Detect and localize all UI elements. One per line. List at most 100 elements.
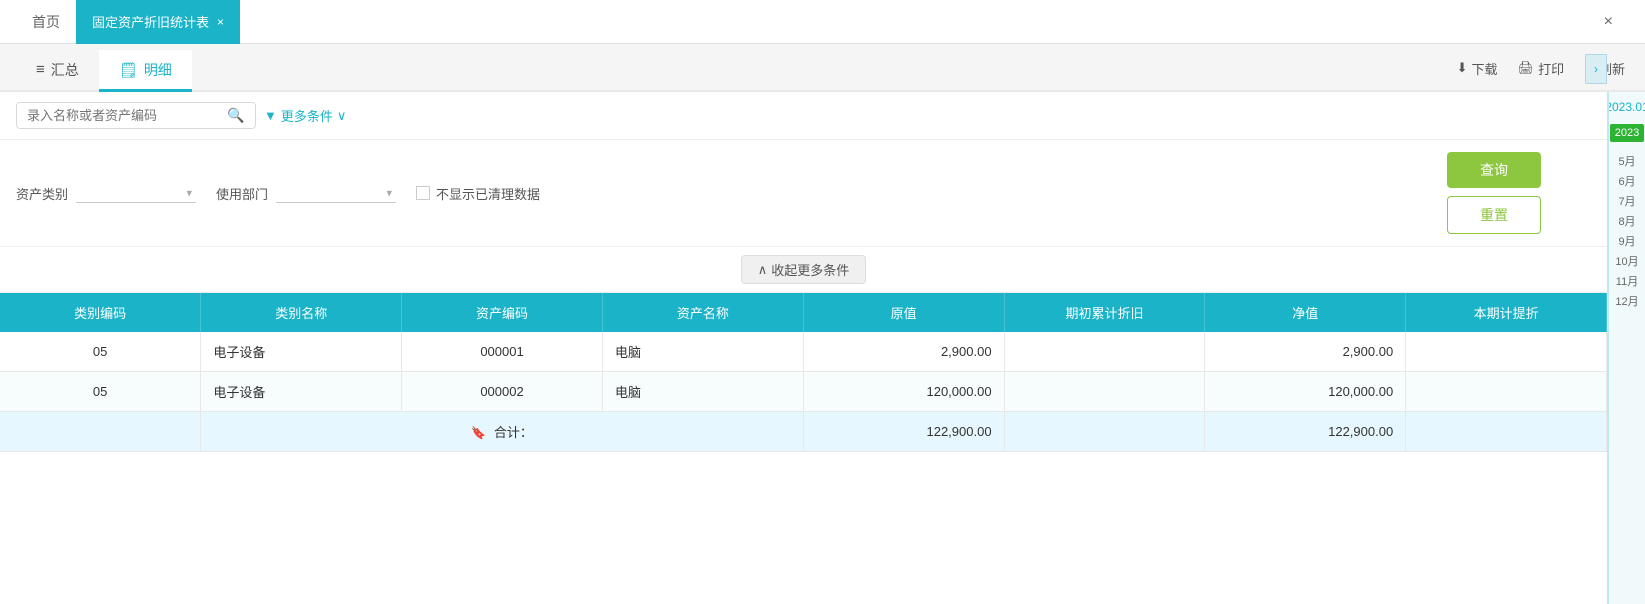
- query-button[interactable]: 查询: [1447, 152, 1541, 188]
- search-input-wrap[interactable]: 🔍: [16, 102, 256, 129]
- summary-accumulated: [1004, 412, 1205, 452]
- summary-icon: ≡: [36, 61, 45, 78]
- cell-original-value: 2,900.00: [803, 332, 1004, 372]
- cell-current: [1406, 372, 1607, 412]
- month-7[interactable]: 7月: [1618, 192, 1635, 210]
- month-12[interactable]: 12月: [1615, 292, 1638, 310]
- asset-category-select-wrap[interactable]: [76, 183, 196, 203]
- summary-row: 🔖 合计： 122,900.00 122,900.00: [0, 412, 1607, 452]
- cell-accumulated: [1004, 372, 1205, 412]
- month-9[interactable]: 9月: [1618, 232, 1635, 250]
- top-nav: 首页 固定资产折旧统计表 × ×: [0, 0, 1645, 44]
- col-asset-name: 资产名称: [602, 293, 803, 332]
- download-label: 下载: [1472, 59, 1498, 78]
- col-category-name: 类别名称: [201, 293, 402, 332]
- print-icon: 🖨: [1518, 60, 1535, 76]
- filter-actions: 查询 重置: [1447, 152, 1591, 234]
- tab-summary-label: 汇总: [51, 60, 79, 80]
- col-original-value: 原值: [803, 293, 1004, 332]
- window-close-icon[interactable]: ×: [1588, 13, 1629, 31]
- asset-category-field: 资产类别: [16, 183, 196, 203]
- detail-icon: 🗒: [119, 61, 138, 79]
- month-5[interactable]: 5月: [1618, 152, 1635, 170]
- cell-category-name: 电子设备: [201, 332, 402, 372]
- summary-label-cell: 🔖 合计：: [201, 412, 803, 452]
- summary-net-value: 122,900.00: [1205, 412, 1406, 452]
- month-6[interactable]: 6月: [1618, 172, 1635, 190]
- cell-net-value: 120,000.00: [1205, 372, 1406, 412]
- table-row: 05 电子设备 000002 电脑 120,000.00 120,000.00: [0, 372, 1607, 412]
- content-area: ≡ 汇总 🗒 明细 ⬇ 下载 🖨 打印 ↺ 刷新: [0, 44, 1645, 604]
- cell-asset-name: 电脑: [602, 372, 803, 412]
- filter-icon: ▼: [264, 108, 277, 123]
- department-label: 使用部门: [216, 184, 268, 203]
- col-asset-code: 资产编码: [402, 293, 603, 332]
- tab-detail[interactable]: 🗒 明细: [99, 50, 192, 92]
- department-select-wrap[interactable]: [276, 183, 396, 203]
- chevron-down-icon: ∨: [337, 108, 347, 124]
- month-11[interactable]: 11月: [1616, 272, 1638, 290]
- col-accumulated-depreciation: 期初累计折旧: [1004, 293, 1205, 332]
- tab-summary[interactable]: ≡ 汇总: [16, 50, 99, 92]
- month-8[interactable]: 8月: [1618, 212, 1635, 230]
- col-net-value: 净值: [1205, 293, 1406, 332]
- cell-category-code: 05: [0, 372, 201, 412]
- chevron-right-icon: ›: [1594, 62, 1598, 76]
- hide-cleared-checkbox[interactable]: [416, 186, 430, 200]
- search-bar: 🔍 ▼ 更多条件 ∨ ›: [0, 92, 1607, 140]
- search-icon: 🔍: [227, 107, 244, 124]
- table-header-row: 类别编码 类别名称 资产编码 资产名称 原值 期初累计折旧 净值 本期计提折: [0, 293, 1607, 332]
- more-conditions-button[interactable]: ▼ 更多条件 ∨: [264, 106, 346, 125]
- more-conditions-label: 更多条件: [281, 106, 333, 125]
- nav-active-tab[interactable]: 固定资产折旧统计表 ×: [76, 0, 240, 44]
- nav-home[interactable]: 首页: [16, 12, 76, 32]
- cell-asset-code: 000002: [402, 372, 603, 412]
- date-months: 5月 6月 7月 8月 9月 10月 11月 12月: [1615, 152, 1638, 310]
- cell-asset-code: 000001: [402, 332, 603, 372]
- summary-current: [1406, 412, 1607, 452]
- summary-label: 合计：: [494, 425, 533, 440]
- tab-detail-label: 明细: [144, 60, 172, 80]
- table-wrap: 类别编码 类别名称 资产编码 资产名称 原值 期初累计折旧 净值 本期计提折 0…: [0, 293, 1607, 604]
- col-category-code: 类别编码: [0, 293, 201, 332]
- panel-toggle-button[interactable]: ›: [1585, 54, 1607, 84]
- department-select[interactable]: [276, 183, 396, 203]
- cell-category-name: 电子设备: [201, 372, 402, 412]
- collapse-bar: ∧ 收起更多条件: [0, 247, 1607, 293]
- table-row: 05 电子设备 000001 电脑 2,900.00 2,900.00: [0, 332, 1607, 372]
- hide-cleared-checkbox-wrap[interactable]: 不显示已清理数据: [416, 184, 540, 203]
- summary-original: 122,900.00: [803, 412, 1004, 452]
- cell-current: [1406, 332, 1607, 372]
- sub-tabs: ≡ 汇总 🗒 明细 ⬇ 下载 🖨 打印 ↺ 刷新: [0, 44, 1645, 92]
- hide-cleared-label: 不显示已清理数据: [436, 184, 540, 203]
- collapse-button[interactable]: ∧ 收起更多条件: [741, 255, 867, 284]
- print-label: 打印: [1538, 59, 1564, 78]
- print-button[interactable]: 🖨 打印: [1518, 59, 1565, 78]
- summary-icon: 🔖: [471, 426, 486, 440]
- year-badge[interactable]: 2023: [1610, 124, 1644, 142]
- cell-asset-name: 电脑: [602, 332, 803, 372]
- filter-area: 资产类别 使用部门 不显示已清理数据: [0, 140, 1607, 247]
- reset-button[interactable]: 重置: [1447, 196, 1541, 234]
- collapse-label: 收起更多条件: [771, 260, 849, 279]
- date-sidebar: 2023.01 2023 5月 6月 7月 8月 9月 10月 11月 12月: [1607, 92, 1645, 604]
- summary-empty-1: [0, 412, 201, 452]
- month-10[interactable]: 10月: [1615, 252, 1638, 270]
- date-header-text: 2023.01: [1607, 100, 1645, 114]
- cell-original-value: 120,000.00: [803, 372, 1004, 412]
- chevron-up-icon: ∧: [758, 262, 768, 278]
- download-icon: ⬇: [1457, 60, 1468, 76]
- search-input[interactable]: [27, 108, 227, 123]
- department-field: 使用部门: [216, 183, 396, 203]
- data-table: 类别编码 类别名称 资产编码 资产名称 原值 期初累计折旧 净值 本期计提折 0…: [0, 293, 1607, 452]
- tab-close-icon[interactable]: ×: [217, 15, 224, 29]
- col-current-depreciation: 本期计提折: [1406, 293, 1607, 332]
- download-button[interactable]: ⬇ 下载: [1457, 59, 1498, 78]
- asset-category-label: 资产类别: [16, 184, 68, 203]
- date-header[interactable]: 2023.01: [1607, 98, 1645, 116]
- tab-label: 固定资产折旧统计表: [92, 12, 209, 31]
- cell-category-code: 05: [0, 332, 201, 372]
- cell-net-value: 2,900.00: [1205, 332, 1406, 372]
- asset-category-select[interactable]: [76, 183, 196, 203]
- cell-accumulated: [1004, 332, 1205, 372]
